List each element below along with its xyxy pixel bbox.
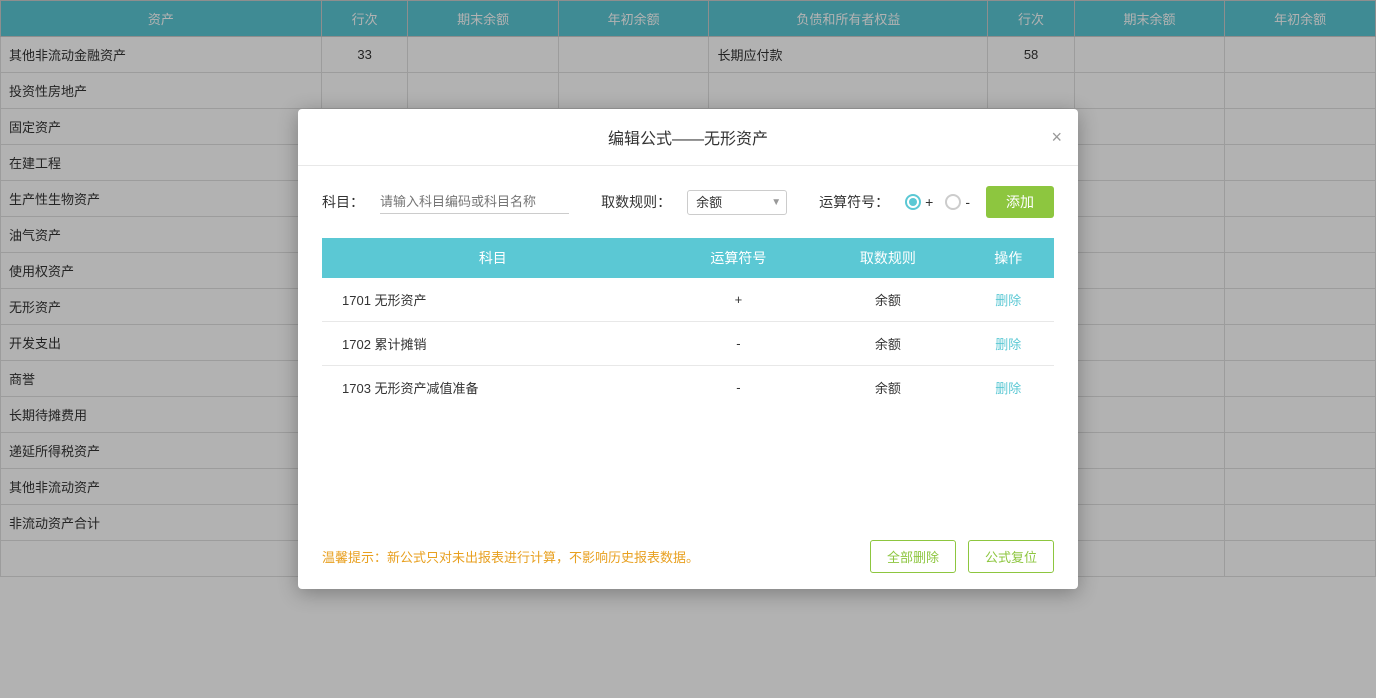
reset-formula-button[interactable]: 公式复位 bbox=[968, 540, 1054, 573]
table-row: 1702 累计摊销 - 余额 删除 bbox=[322, 322, 1054, 366]
operator-label: 运算符号： bbox=[819, 192, 889, 212]
plus-label: + bbox=[925, 194, 933, 210]
delete-row-button[interactable]: 删除 bbox=[995, 337, 1021, 352]
rule-select[interactable]: 余额 借方发生额 贷方发生额 期初余额 bbox=[687, 190, 787, 215]
delete-row-button[interactable]: 删除 bbox=[995, 381, 1021, 396]
th-operator: 运算符号 bbox=[664, 238, 813, 278]
table-row: 1701 无形资产 + 余额 删除 bbox=[322, 278, 1054, 322]
cell-operator: - bbox=[664, 366, 813, 410]
cell-action: 删除 bbox=[963, 366, 1054, 410]
subject-input[interactable] bbox=[380, 190, 569, 214]
th-action: 操作 bbox=[963, 238, 1054, 278]
delete-all-button[interactable]: 全部删除 bbox=[870, 540, 956, 573]
modal-close-button[interactable]: × bbox=[1051, 128, 1062, 146]
footer-buttons: 全部删除 公式复位 bbox=[870, 540, 1054, 573]
modal-footer: 温馨提示：新公式只对未出报表进行计算，不影响历史报表数据。 全部删除 公式复位 bbox=[298, 524, 1078, 589]
cell-rule: 余额 bbox=[813, 278, 962, 322]
modal-dialog: 编辑公式——无形资产 × 科目： 取数规则： 余额 借方发生额 贷方发生额 期初… bbox=[298, 109, 1078, 589]
operator-radio-group: + - bbox=[905, 194, 970, 210]
cell-subject: 1701 无形资产 bbox=[322, 278, 664, 322]
cell-action: 删除 bbox=[963, 322, 1054, 366]
th-rule: 取数规则 bbox=[813, 238, 962, 278]
formula-table: 科目 运算符号 取数规则 操作 1701 无形资产 + 余额 删除 bbox=[322, 238, 1054, 409]
cell-action: 删除 bbox=[963, 278, 1054, 322]
radio-circle-plus bbox=[905, 194, 921, 210]
modal-header: 编辑公式——无形资产 × bbox=[298, 109, 1078, 166]
cell-subject: 1703 无形资产减值准备 bbox=[322, 366, 664, 410]
cell-rule: 余额 bbox=[813, 366, 962, 410]
subject-label: 科目： bbox=[322, 192, 364, 212]
table-row: 1703 无形资产减值准备 - 余额 删除 bbox=[322, 366, 1054, 410]
footer-hint: 温馨提示：新公式只对未出报表进行计算，不影响历史报表数据。 bbox=[322, 547, 699, 566]
rule-label: 取数规则： bbox=[601, 192, 671, 212]
table-header-row: 科目 运算符号 取数规则 操作 bbox=[322, 238, 1054, 278]
cell-operator: - bbox=[664, 322, 813, 366]
minus-label: - bbox=[965, 194, 970, 210]
add-button[interactable]: 添加 bbox=[986, 186, 1054, 218]
modal-body: 科目： 取数规则： 余额 借方发生额 贷方发生额 期初余额 ▼ 运算符号： bbox=[298, 166, 1078, 524]
modal-title: 编辑公式——无形资产 bbox=[608, 125, 768, 149]
cell-subject: 1702 累计摊销 bbox=[322, 322, 664, 366]
th-subject: 科目 bbox=[322, 238, 664, 278]
cell-rule: 余额 bbox=[813, 322, 962, 366]
form-row: 科目： 取数规则： 余额 借方发生额 贷方发生额 期初余额 ▼ 运算符号： bbox=[322, 186, 1054, 218]
modal-overlay: 编辑公式——无形资产 × 科目： 取数规则： 余额 借方发生额 贷方发生额 期初… bbox=[0, 0, 1376, 698]
cell-operator: + bbox=[664, 278, 813, 322]
rule-select-wrapper: 余额 借方发生额 贷方发生额 期初余额 ▼ bbox=[687, 190, 787, 215]
operator-plus-radio[interactable]: + bbox=[905, 194, 933, 210]
radio-circle-minus bbox=[945, 194, 961, 210]
operator-minus-radio[interactable]: - bbox=[945, 194, 970, 210]
delete-row-button[interactable]: 删除 bbox=[995, 293, 1021, 308]
